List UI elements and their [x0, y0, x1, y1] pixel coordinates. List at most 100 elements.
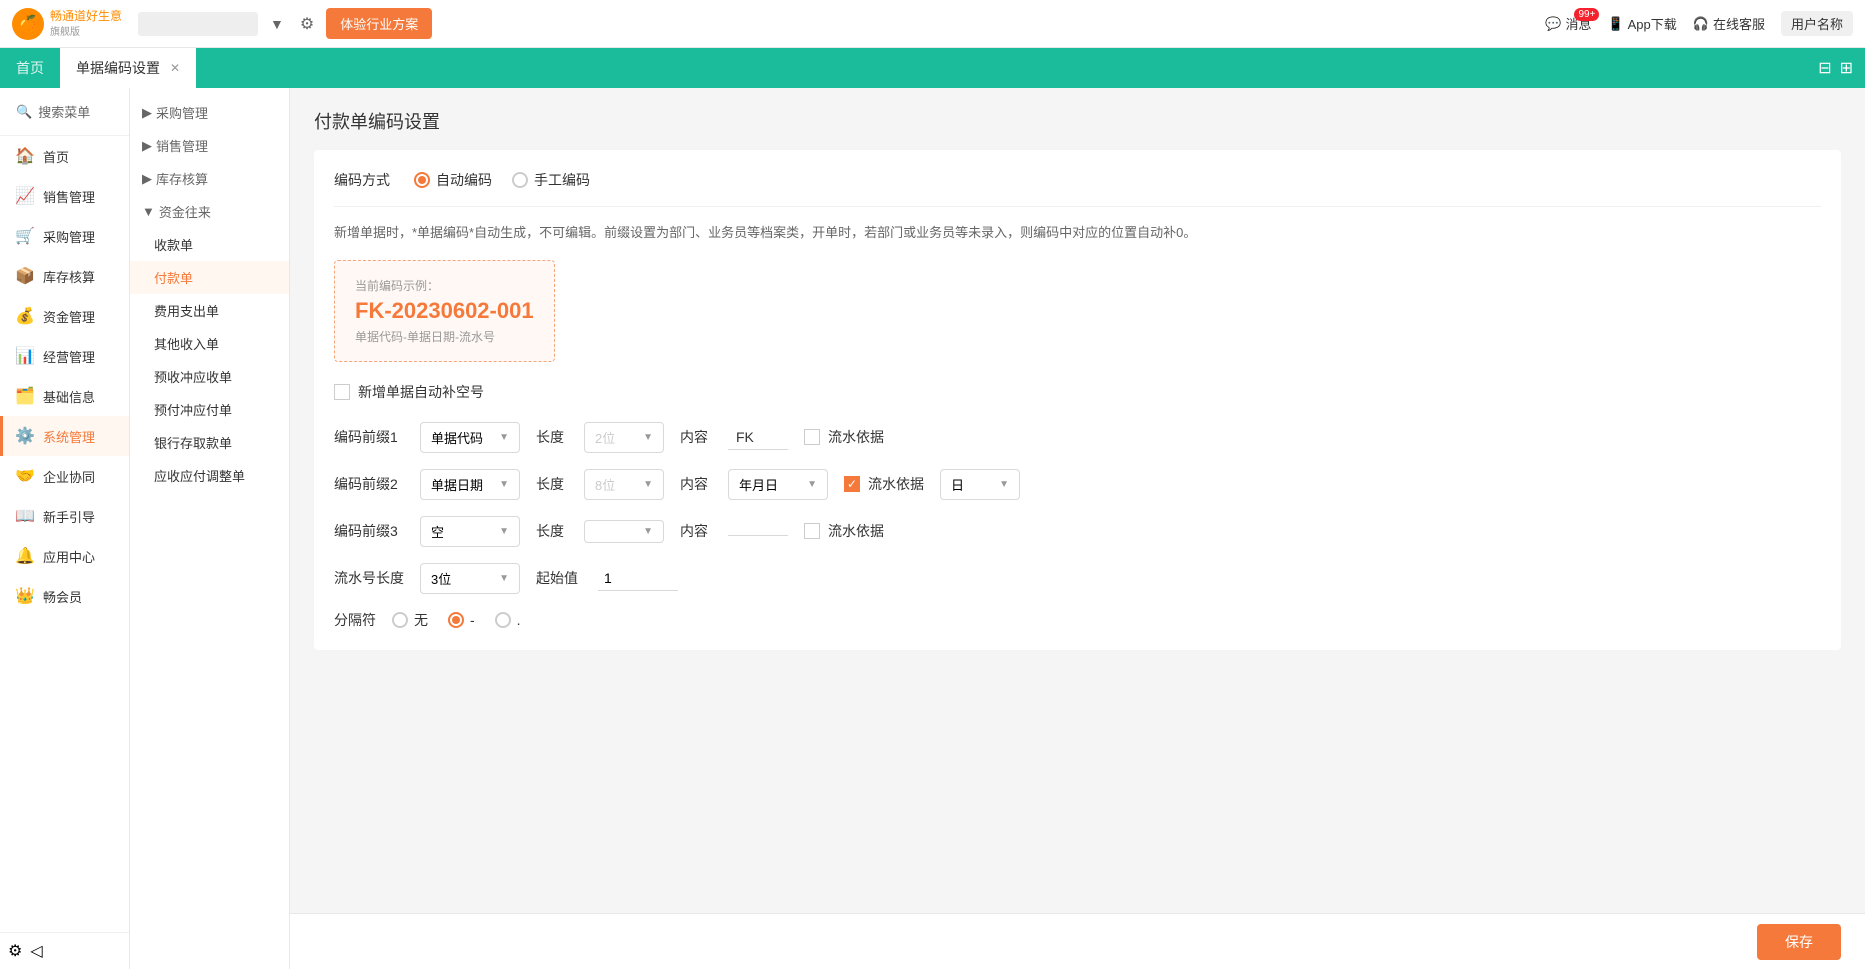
search-bar[interactable]	[138, 12, 258, 36]
sep-dash-circle	[448, 612, 464, 628]
tab-encoding[interactable]: 单据编码设置 ✕	[60, 48, 196, 88]
sidebar-item-sales-label: 销售管理	[43, 187, 95, 206]
sep-dash-dot	[452, 616, 460, 624]
tree-item-advance-payment[interactable]: 预付冲应付单	[130, 393, 289, 426]
checkmark-icon: ✓	[847, 477, 857, 491]
tree-group-purchase-label: 采购管理	[156, 103, 208, 122]
minimize-icon[interactable]: ⊟	[1818, 58, 1831, 78]
sidebar-item-sales[interactable]: 📈 销售管理	[0, 176, 129, 216]
prefix3-flow-checkbox[interactable]	[804, 523, 820, 539]
auto-code-radio[interactable]: 自动编码	[414, 170, 492, 190]
fullscreen-icon[interactable]: ⊞	[1840, 58, 1853, 78]
tree-item-receipt[interactable]: 收款单	[130, 228, 289, 261]
prefix3-select[interactable]: 空 ▼	[420, 516, 520, 547]
tree-group-purchase[interactable]: ▶ 采购管理	[130, 96, 289, 129]
logo-icon: 🍊	[12, 8, 44, 40]
collapse-icon[interactable]: ◁	[30, 941, 42, 961]
prefix1-select[interactable]: 单据代码 ▼	[420, 422, 520, 453]
prefix2-length-label: 长度	[536, 474, 564, 494]
sep-none-radio[interactable]: 无	[392, 610, 428, 630]
encoding-method-row: 编码方式 自动编码 手工编码	[334, 170, 1821, 207]
sidebar-item-enterprise[interactable]: 🤝 企业协同	[0, 456, 129, 496]
download-area[interactable]: 📱 App下载	[1607, 14, 1676, 33]
prefix1-label: 编码前缀1	[334, 427, 404, 447]
topbar-right: 💬 消息 99+ 📱 App下载 🎧 在线客服 用户名称	[1545, 11, 1853, 36]
prefix3-row: 编码前缀3 空 ▼ 长度 ▼ 内容 流水依据	[334, 516, 1821, 547]
manual-code-radio[interactable]: 手工编码	[512, 170, 590, 190]
prefix1-flow-checkbox[interactable]	[804, 429, 820, 445]
tree-item-income-label: 其他收入单	[154, 337, 219, 352]
prefix3-content-value	[728, 527, 788, 536]
tree-item-expense[interactable]: 费用支出单	[130, 294, 289, 327]
sidebar-item-app-label: 应用中心	[43, 547, 95, 566]
prefix2-period-select[interactable]: 日 ▼	[940, 469, 1020, 500]
tree-group-sales[interactable]: ▶ 销售管理	[130, 129, 289, 162]
service-area[interactable]: 🎧 在线客服	[1693, 14, 1765, 33]
tree-item-receipt-label: 收款单	[154, 238, 193, 253]
sidebar-item-inventory-label: 库存核算	[43, 267, 95, 286]
message-area[interactable]: 💬 消息 99+	[1545, 14, 1591, 33]
sidebar-item-basic[interactable]: 🗂️ 基础信息	[0, 376, 129, 416]
sidebar-item-operation-label: 经营管理	[43, 347, 95, 366]
prefix2-content-chevron: ▼	[807, 479, 817, 490]
serial-length-chevron: ▼	[499, 573, 509, 584]
sep-dash-radio[interactable]: -	[448, 612, 475, 628]
dropdown-arrow[interactable]: ▼	[266, 12, 288, 36]
sidebar-item-system[interactable]: ⚙️ 系统管理	[0, 416, 129, 456]
sep-dot-radio[interactable]: .	[495, 612, 521, 628]
enterprise-icon: 🤝	[15, 466, 35, 486]
tree-item-adjust[interactable]: 应收应付调整单	[130, 459, 289, 492]
main-layout: 🔍 搜索菜单 🏠 首页 📈 销售管理 🛒 采购管理 📦 库存核算 💰	[0, 88, 1865, 969]
prefix2-select[interactable]: 单据日期 ▼	[420, 469, 520, 500]
topbar: 🍊 畅通道好生意 旗舰版 ▼ ⚙ 体验行业方案 💬 消息 99+ 📱 App下载…	[0, 0, 1865, 48]
auto-code-radio-dot	[418, 176, 426, 184]
sidebar-item-member[interactable]: 👑 畅会员	[0, 576, 129, 616]
encoding-radio-group: 自动编码 手工编码	[414, 170, 590, 190]
search-menu-button[interactable]: 🔍 搜索菜单	[8, 96, 121, 127]
serial-length-select[interactable]: 3位 ▼	[420, 563, 520, 594]
prefix3-label: 编码前缀3	[334, 521, 404, 541]
start-value-input[interactable]	[598, 566, 678, 591]
sidebar-item-inventory[interactable]: 📦 库存核算	[0, 256, 129, 296]
prefix2-content-select[interactable]: 年月日 ▼	[728, 469, 828, 500]
sidebar: 🔍 搜索菜单 🏠 首页 📈 销售管理 🛒 采购管理 📦 库存核算 💰	[0, 88, 130, 969]
sidebar-item-app[interactable]: 🔔 应用中心	[0, 536, 129, 576]
message-icon: 💬	[1545, 16, 1561, 32]
tree-item-bank-label: 银行存取款单	[154, 436, 232, 451]
tree-group-finance[interactable]: ▼ 资金往来	[130, 195, 289, 228]
sidebar-item-basic-label: 基础信息	[43, 387, 95, 406]
tree-item-income[interactable]: 其他收入单	[130, 327, 289, 360]
logo-sub: 旗舰版	[50, 23, 122, 38]
content-wrapper: 付款单编码设置 编码方式 自动编码 手工编码	[290, 88, 1865, 969]
topbar-left: 🍊 畅通道好生意 旗舰版 ▼ ⚙ 体验行业方案	[12, 8, 432, 40]
hint-text: 新增单据时，*单据编码*自动生成，不可编辑。前缀设置为部门、业务员等档案类，开单…	[334, 223, 1821, 244]
sidebar-nav: 🏠 首页 📈 销售管理 🛒 采购管理 📦 库存核算 💰 资金管理 📊 经	[0, 136, 129, 932]
tab-home[interactable]: 首页	[0, 48, 60, 88]
user-area[interactable]: 用户名称	[1781, 11, 1853, 36]
prefix2-select-value: 单据日期	[431, 475, 483, 494]
prefix1-flow-area: 流水依据	[804, 427, 884, 447]
sidebar-item-guide[interactable]: 📖 新手引导	[0, 496, 129, 536]
prefix2-flow-checkbox[interactable]: ✓	[844, 476, 860, 492]
sidebar-item-operation[interactable]: 📊 经营管理	[0, 336, 129, 376]
tree-item-payment[interactable]: 付款单	[130, 261, 289, 294]
settings-bottom-icon[interactable]: ⚙	[8, 941, 22, 961]
gear-button[interactable]: ⚙	[296, 10, 318, 38]
tree-group-inventory[interactable]: ▶ 库存核算	[130, 162, 289, 195]
tab-close-icon[interactable]: ✕	[170, 61, 180, 75]
tree-item-bank[interactable]: 银行存取款单	[130, 426, 289, 459]
sidebar-item-home[interactable]: 🏠 首页	[0, 136, 129, 176]
trial-button[interactable]: 体验行业方案	[326, 8, 432, 39]
sidebar-bottom: ⚙ ◁	[0, 932, 129, 969]
save-button[interactable]: 保存	[1757, 924, 1841, 960]
download-label: App下载	[1628, 14, 1677, 33]
prefix2-period-chevron: ▼	[999, 479, 1009, 490]
sidebar-item-purchase[interactable]: 🛒 采购管理	[0, 216, 129, 256]
sidebar-item-finance[interactable]: 💰 资金管理	[0, 296, 129, 336]
prefix2-flow-area: ✓ 流水依据	[844, 474, 924, 494]
tree-item-advance-receipt[interactable]: 预收冲应收单	[130, 360, 289, 393]
chevron-right-inventory: ▶	[142, 171, 152, 187]
auto-fill-checkbox[interactable]	[334, 384, 350, 400]
prefix3-length-select[interactable]: ▼	[584, 520, 664, 543]
content-area: 付款单编码设置 编码方式 自动编码 手工编码	[290, 88, 1865, 913]
